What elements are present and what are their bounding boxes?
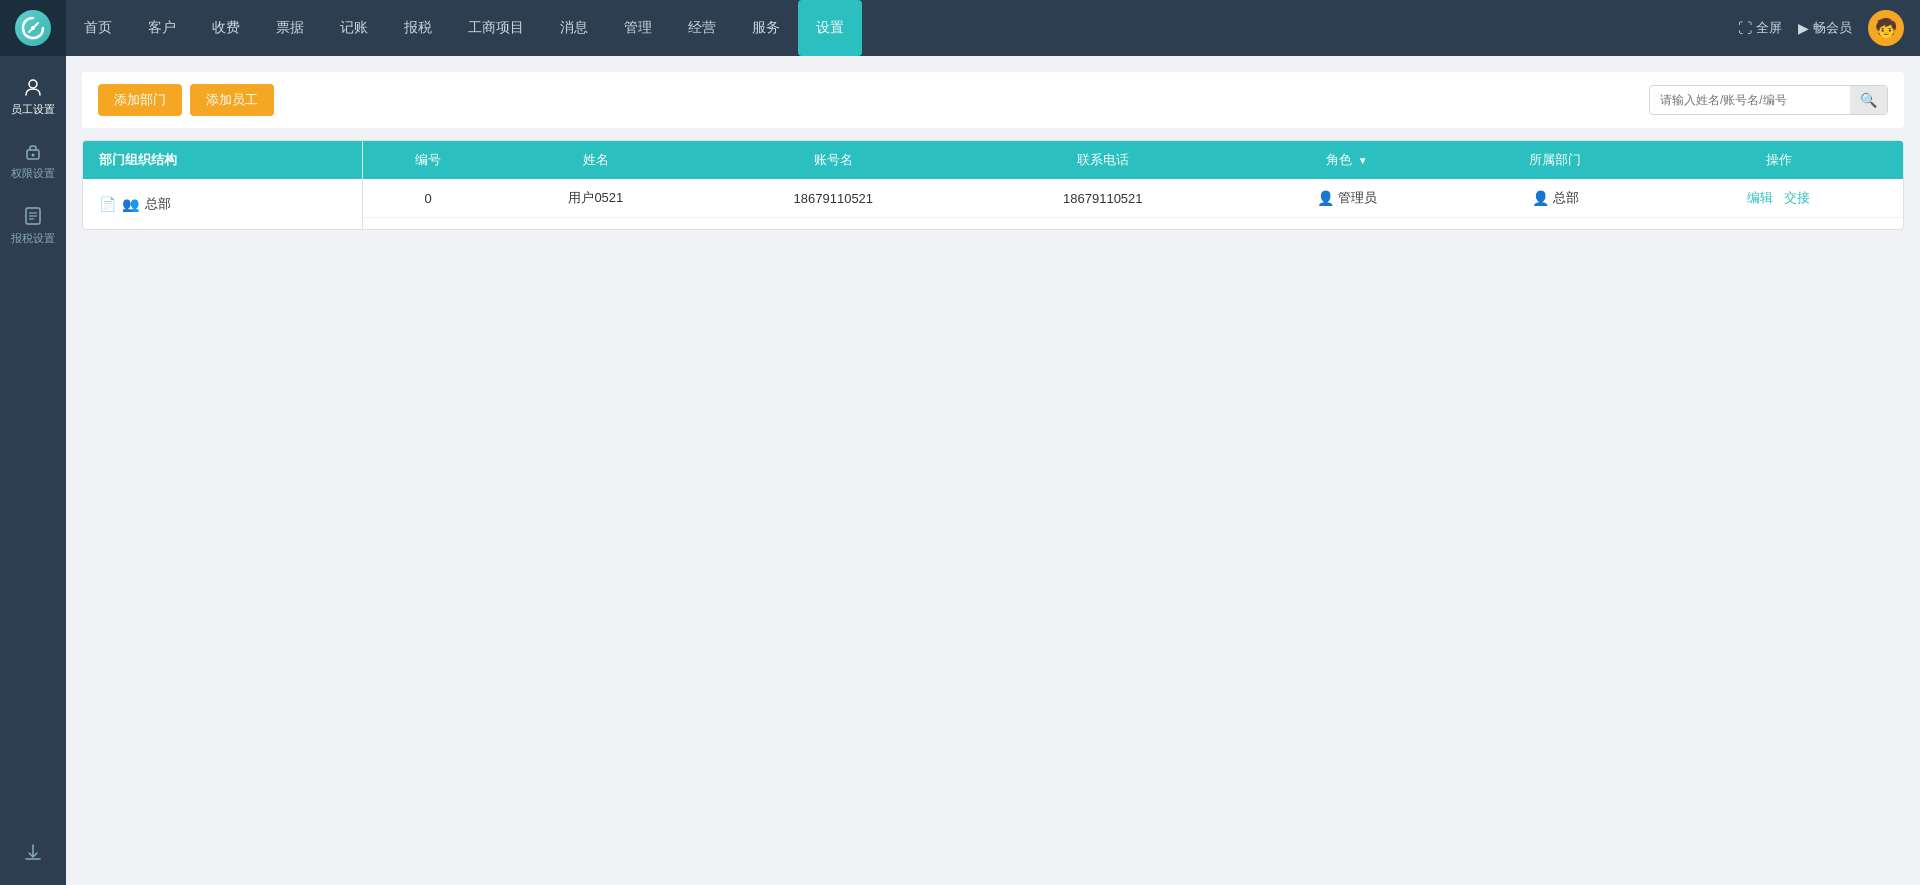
- sidebar-taxsettings-label: 报税设置: [11, 231, 55, 245]
- toolbar: 添加部门 添加员工 🔍: [82, 72, 1904, 128]
- nav-right-area: ⛶ 全屏 ▶ 畅会员 🧒: [1738, 10, 1920, 46]
- org-tree-panel: 部门组织结构 📄 👥 总部: [83, 141, 363, 229]
- vip-label: 畅会员: [1813, 19, 1852, 37]
- permission-icon: [22, 140, 44, 162]
- employee-icon: [22, 76, 44, 98]
- col-header-account: 账号名: [699, 141, 968, 179]
- role-user-icon: 👤: [1317, 190, 1334, 206]
- search-icon: 🔍: [1860, 92, 1877, 108]
- org-tree: 📄 👥 总部: [83, 179, 362, 229]
- org-node-label: 总部: [145, 195, 171, 213]
- nav-item-settings[interactable]: 设置: [798, 0, 862, 56]
- content-panels: 部门组织结构 📄 👥 总部 编号 姓名 账号名: [82, 140, 1904, 230]
- sidebar-bottom-area: [22, 831, 44, 873]
- dept-user-icon: 👤: [1532, 190, 1549, 206]
- org-node-root[interactable]: 📄 👥 总部: [99, 189, 346, 219]
- nav-items-container: 首页 客户 收费 票据 记账 报税 工商项目 消息 管理 经营 服务 设置: [66, 0, 1738, 56]
- cell-phone: 18679110521: [968, 179, 1237, 218]
- user-group-icon: 👥: [122, 196, 139, 212]
- search-box: 🔍: [1649, 85, 1888, 115]
- fullscreen-icon: ⛶: [1738, 20, 1752, 36]
- logo-icon: [15, 10, 51, 46]
- col-header-name: 姓名: [493, 141, 698, 179]
- sidebar-item-permission[interactable]: 权限设置: [0, 130, 66, 190]
- folder-icon: 📄: [99, 196, 116, 212]
- content-area: 添加部门 添加员工 🔍 部门组织结构 📄 👥 总部: [66, 56, 1920, 885]
- cell-name: 用户0521: [493, 179, 698, 218]
- sidebar-item-employee[interactable]: 员工设置: [0, 66, 66, 126]
- role-value: 管理员: [1338, 189, 1377, 207]
- sidebar: 员工设置 权限设置 报税设置: [0, 56, 66, 885]
- transfer-link[interactable]: 交接: [1784, 190, 1810, 205]
- sidebar-permission-label: 权限设置: [11, 166, 55, 180]
- nav-item-bookkeeping[interactable]: 记账: [322, 0, 386, 56]
- table-row: 0 用户0521 18679110521 18679110521 👤 管理员 👤…: [363, 179, 1903, 218]
- svg-point-1: [29, 80, 37, 88]
- vip-button[interactable]: ▶ 畅会员: [1798, 19, 1852, 37]
- search-button[interactable]: 🔍: [1850, 86, 1887, 114]
- table-panel: 编号 姓名 账号名 联系电话 角色 ▼ 所属部门 操作: [363, 141, 1903, 229]
- cell-role: 👤 管理员: [1238, 179, 1457, 218]
- nav-item-business[interactable]: 工商项目: [450, 0, 542, 56]
- table-header-row: 编号 姓名 账号名 联系电话 角色 ▼ 所属部门 操作: [363, 141, 1903, 179]
- cell-action: 编辑 交接: [1654, 179, 1903, 218]
- cell-id: 0: [363, 179, 493, 218]
- col-header-dept: 所属部门: [1456, 141, 1654, 179]
- top-navigation: 首页 客户 收费 票据 记账 报税 工商项目 消息 管理 经营 服务 设置 ⛶ …: [0, 0, 1920, 56]
- cell-account: 18679110521: [699, 179, 968, 218]
- nav-item-message[interactable]: 消息: [542, 0, 606, 56]
- add-staff-button[interactable]: 添加员工: [190, 84, 274, 116]
- taxsettings-icon: [22, 205, 44, 227]
- svg-point-0: [31, 26, 35, 30]
- nav-item-operations[interactable]: 经营: [670, 0, 734, 56]
- user-avatar[interactable]: 🧒: [1868, 10, 1904, 46]
- main-layout: 员工设置 权限设置 报税设置: [0, 56, 1920, 885]
- filter-icon: ▼: [1358, 155, 1368, 166]
- vip-icon: ▶: [1798, 20, 1809, 36]
- nav-item-service[interactable]: 服务: [734, 0, 798, 56]
- edit-link[interactable]: 编辑: [1747, 190, 1773, 205]
- download-icon: [22, 841, 44, 863]
- nav-item-manage[interactable]: 管理: [606, 0, 670, 56]
- nav-item-customer[interactable]: 客户: [130, 0, 194, 56]
- nav-item-invoice[interactable]: 票据: [258, 0, 322, 56]
- col-header-role[interactable]: 角色 ▼: [1238, 141, 1457, 179]
- col-header-action: 操作: [1654, 141, 1903, 179]
- employee-table: 编号 姓名 账号名 联系电话 角色 ▼ 所属部门 操作: [363, 141, 1903, 218]
- org-panel-header: 部门组织结构: [83, 141, 362, 179]
- nav-item-home[interactable]: 首页: [66, 0, 130, 56]
- nav-item-fee[interactable]: 收费: [194, 0, 258, 56]
- app-logo[interactable]: [0, 0, 66, 56]
- sidebar-employee-label: 员工设置: [11, 102, 55, 116]
- add-dept-button[interactable]: 添加部门: [98, 84, 182, 116]
- fullscreen-label: 全屏: [1756, 19, 1782, 37]
- fullscreen-button[interactable]: ⛶ 全屏: [1738, 19, 1782, 37]
- nav-item-tax[interactable]: 报税: [386, 0, 450, 56]
- col-header-phone: 联系电话: [968, 141, 1237, 179]
- cell-dept: 👤 总部: [1456, 179, 1654, 218]
- search-input[interactable]: [1650, 87, 1850, 113]
- sidebar-item-taxsettings[interactable]: 报税设置: [0, 195, 66, 255]
- svg-point-3: [32, 154, 35, 157]
- col-header-id: 编号: [363, 141, 493, 179]
- sidebar-download-button[interactable]: [22, 831, 44, 873]
- dept-value: 总部: [1553, 189, 1579, 207]
